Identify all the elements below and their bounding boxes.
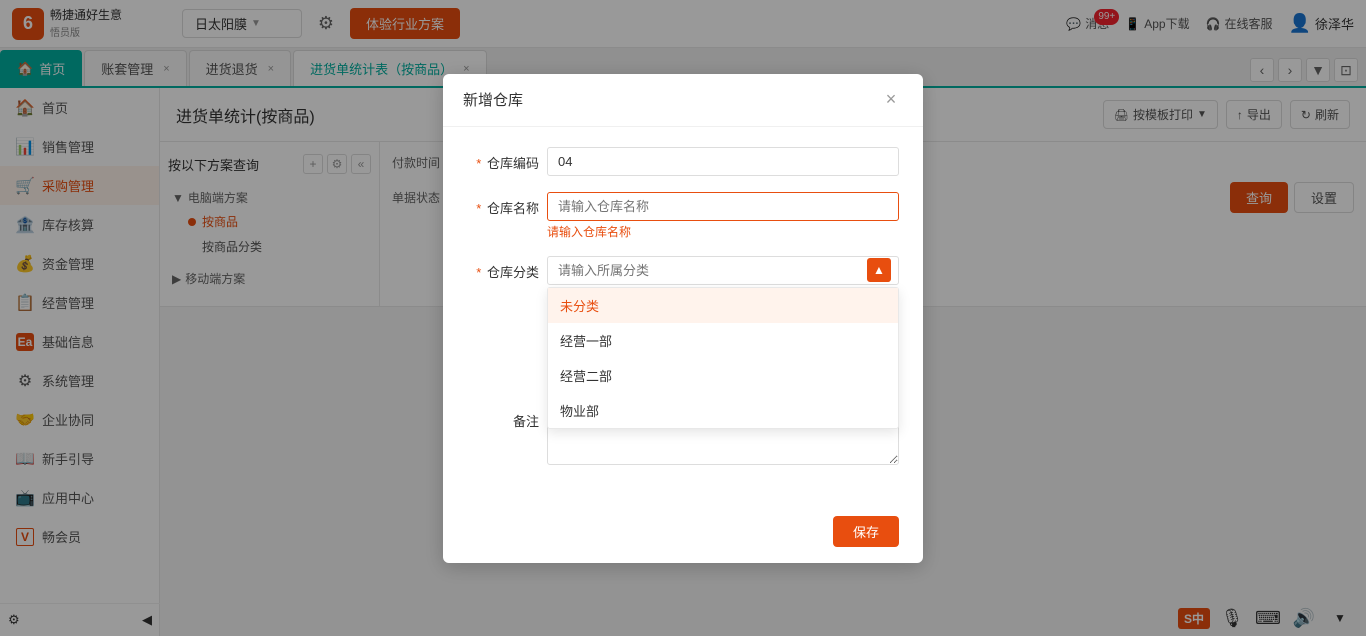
modal-body: * 仓库编码 * 仓库名称 请输入仓库名称 bbox=[443, 127, 923, 504]
modal-footer: 保存 bbox=[443, 504, 923, 563]
save-button[interactable]: 保存 bbox=[833, 516, 899, 547]
modal-overlay: 新增仓库 × * 仓库编码 * 仓库名称 bbox=[0, 0, 1366, 636]
dropdown-item-dept3[interactable]: 物业部 bbox=[548, 393, 898, 428]
category-control: ▲ 未分类 经营一部 经营二部 物业部 bbox=[547, 256, 899, 285]
category-label-text: 仓库分类 bbox=[487, 265, 539, 280]
name-label-text: 仓库名称 bbox=[487, 201, 539, 216]
category-select-wrapper: ▲ bbox=[547, 256, 899, 285]
modal-title: 新增仓库 bbox=[463, 89, 523, 110]
modal-close-button[interactable]: × bbox=[879, 88, 903, 112]
name-error-text: 请输入仓库名称 bbox=[547, 223, 899, 240]
code-control bbox=[547, 147, 899, 176]
name-label: * 仓库名称 bbox=[467, 192, 547, 217]
category-label: * 仓库分类 bbox=[467, 256, 547, 281]
add-warehouse-modal: 新增仓库 × * 仓库编码 * 仓库名称 bbox=[443, 74, 923, 563]
note-label: 备注 bbox=[467, 405, 547, 430]
form-row-category: * 仓库分类 ▲ 未分类 经营一部 经营二部 物业部 bbox=[467, 256, 899, 285]
code-input[interactable] bbox=[547, 147, 899, 176]
category-input[interactable] bbox=[547, 256, 899, 285]
modal-header: 新增仓库 × bbox=[443, 74, 923, 127]
dropdown-item-dept2[interactable]: 经营二部 bbox=[548, 358, 898, 393]
category-required-mark: * bbox=[476, 265, 481, 280]
name-required-mark: * bbox=[476, 201, 481, 216]
form-row-code: * 仓库编码 bbox=[467, 147, 899, 176]
category-dropdown-list: 未分类 经营一部 经营二部 物业部 bbox=[547, 287, 899, 429]
form-row-name: * 仓库名称 请输入仓库名称 bbox=[467, 192, 899, 240]
code-required-mark: * bbox=[476, 156, 481, 171]
code-label-text: 仓库编码 bbox=[487, 156, 539, 171]
category-dropdown-toggle[interactable]: ▲ bbox=[867, 258, 891, 282]
dropdown-item-dept1[interactable]: 经营一部 bbox=[548, 323, 898, 358]
note-label-text: 备注 bbox=[513, 414, 539, 429]
dropdown-item-uncategorized[interactable]: 未分类 bbox=[548, 288, 898, 323]
name-input[interactable] bbox=[547, 192, 899, 221]
name-control: 请输入仓库名称 bbox=[547, 192, 899, 240]
code-label: * 仓库编码 bbox=[467, 147, 547, 172]
